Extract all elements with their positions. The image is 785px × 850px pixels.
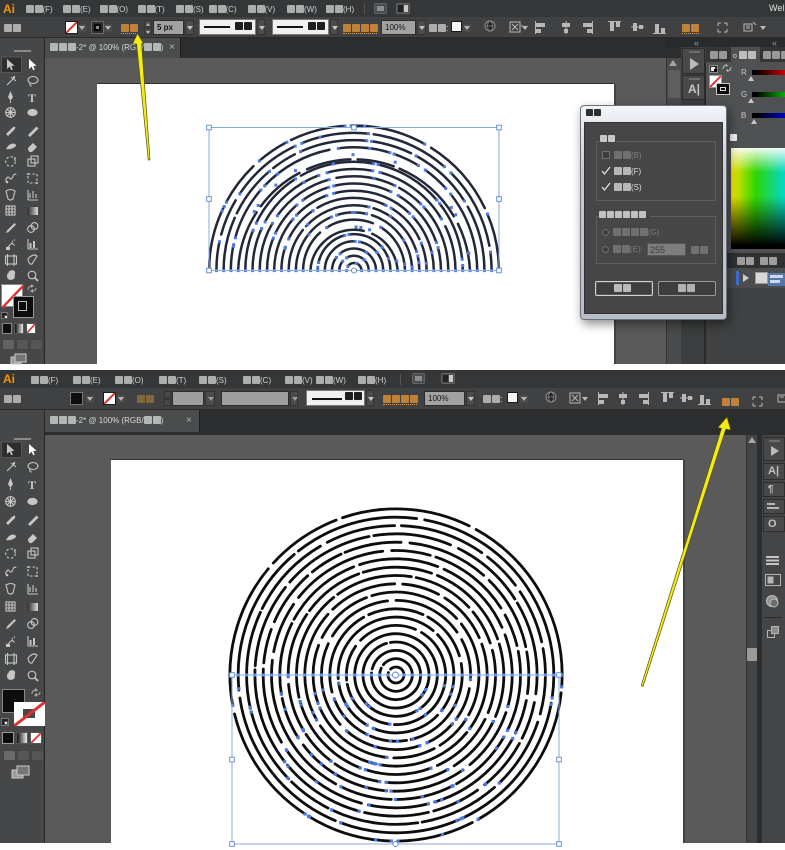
svg-text:T: T (28, 91, 36, 105)
